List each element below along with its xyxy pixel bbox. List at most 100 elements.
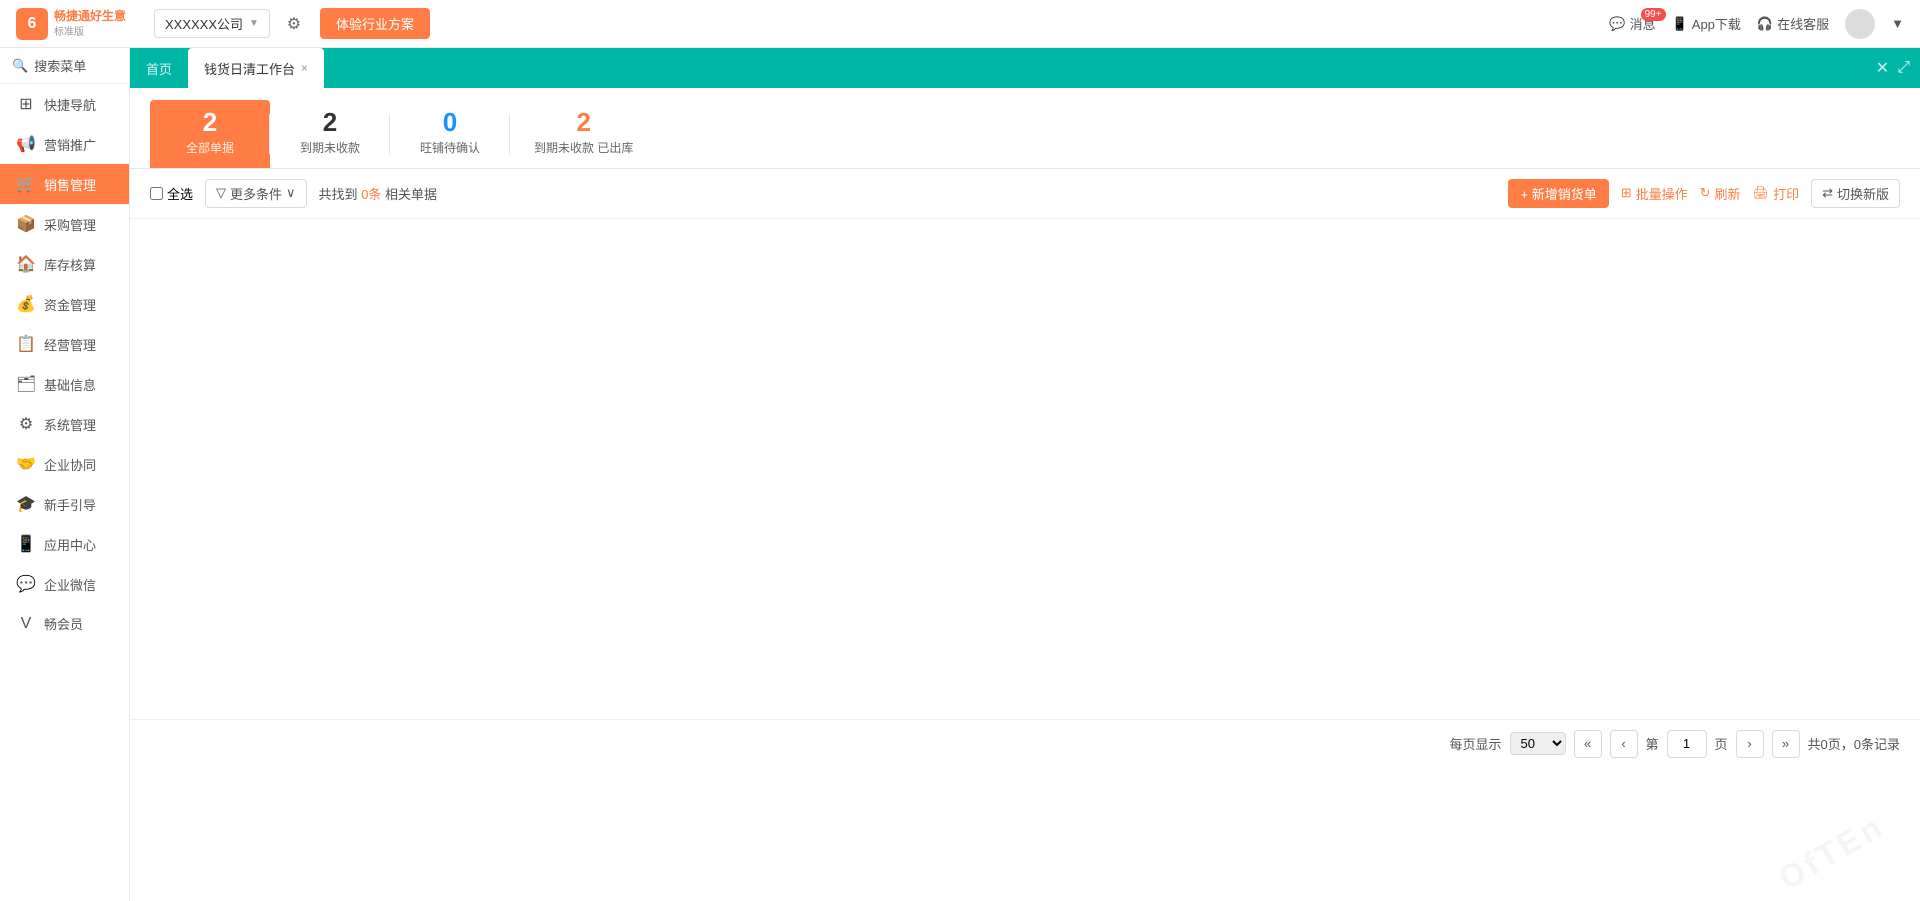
select-all-input[interactable] bbox=[150, 187, 163, 200]
stat-label-all: 全部单据 bbox=[186, 139, 234, 156]
chevron-down-icon: ▼ bbox=[249, 18, 259, 29]
company-selector[interactable]: XXXXXX公司 ▼ bbox=[154, 9, 270, 38]
last-page-button[interactable]: » bbox=[1772, 730, 1800, 758]
sidebar-item-enterprise[interactable]: 🤝 企业协同 bbox=[0, 444, 129, 484]
stats-row: 2 全部单据 2 到期未收款 0 旺铺待确认 2 到期未收款 已出库 bbox=[130, 88, 1920, 169]
message-badge: 99+ bbox=[1641, 8, 1666, 21]
prev-page-button[interactable]: ‹ bbox=[1610, 730, 1638, 758]
handshake-icon: 🤝 bbox=[16, 454, 36, 474]
stat-card-wangpu[interactable]: 0 旺铺待确认 bbox=[390, 100, 510, 168]
brand-name: 畅捷通好生意 bbox=[54, 9, 126, 23]
search-icon: 🔍 bbox=[12, 58, 28, 74]
tab-close-icon[interactable]: × bbox=[301, 61, 308, 75]
sidebar-item-operations[interactable]: 📋 经营管理 bbox=[0, 324, 129, 364]
top-header: 6 畅捷通好生意 标准版 XXXXXX公司 ▼ ⚙ 体验行业方案 💬 消息 99… bbox=[0, 0, 1920, 48]
app-download-button[interactable]: 📱 App下载 bbox=[1672, 14, 1741, 33]
sidebar: 🔍 搜索菜单 ⊞ 快捷导航 📢 营销推广 🛒 销售管理 📦 采购管理 🏠 库存核… bbox=[0, 0, 130, 901]
sidebar-item-marketing[interactable]: 📢 营销推广 bbox=[0, 124, 129, 164]
database-icon: 🗂 bbox=[16, 374, 36, 394]
username-display[interactable]: ▼ bbox=[1891, 16, 1904, 31]
batch-action-button[interactable]: ⊞ 批量操作 bbox=[1621, 184, 1688, 203]
found-count: 0条 bbox=[361, 187, 381, 202]
maximize-icon[interactable]: ⤢ bbox=[1897, 59, 1910, 77]
sidebar-item-wechat[interactable]: 💬 企业微信 bbox=[0, 564, 129, 604]
stat-label-shipped: 到期未收款 已出库 bbox=[534, 139, 633, 156]
member-icon: V bbox=[16, 615, 36, 633]
settings-button[interactable]: ⚙ bbox=[278, 8, 310, 40]
filter-icon: ▽ bbox=[216, 185, 226, 201]
tab-workbench[interactable]: 钱货日清工作台 × bbox=[188, 48, 324, 88]
sidebar-item-system[interactable]: ⚙ 系统管理 bbox=[0, 404, 129, 444]
stat-num-overdue: 2 bbox=[323, 108, 337, 137]
edition-label: 标准版 bbox=[54, 23, 126, 38]
close-window-icon[interactable]: ✕ bbox=[1876, 58, 1889, 78]
sidebar-item-guide[interactable]: 🎓 新手引导 bbox=[0, 484, 129, 524]
stat-num-shipped: 2 bbox=[576, 108, 590, 137]
print-button[interactable]: 🖨 打印 bbox=[1753, 184, 1800, 203]
stat-card-overdue[interactable]: 2 到期未收款 bbox=[270, 100, 390, 168]
refresh-icon: ↻ bbox=[1700, 185, 1711, 201]
logo-area: 6 畅捷通好生意 标准版 bbox=[16, 8, 146, 40]
stat-label-wangpu: 旺铺待确认 bbox=[420, 139, 480, 156]
company-name: XXXXXX公司 bbox=[165, 14, 243, 33]
filter-button[interactable]: ▽ 更多条件 ∨ bbox=[205, 179, 307, 208]
tab-actions: ✕ ⤢ bbox=[1876, 58, 1920, 78]
batch-icon: ⊞ bbox=[1621, 185, 1632, 201]
box-icon: 📦 bbox=[16, 214, 36, 234]
per-page-label: 每页显示 bbox=[1449, 734, 1501, 753]
tab-bar: 首页 钱货日清工作台 × ✕ ⤢ bbox=[130, 48, 1920, 88]
messages-button[interactable]: 💬 消息 99+ bbox=[1609, 14, 1655, 33]
sidebar-item-purchase[interactable]: 📦 采购管理 bbox=[0, 204, 129, 244]
select-all-checkbox[interactable]: 全选 bbox=[150, 184, 193, 203]
service-icon: 🎧 bbox=[1757, 16, 1773, 32]
gear-icon: ⚙ bbox=[16, 414, 36, 434]
sidebar-item-appstore[interactable]: 📱 应用中心 bbox=[0, 524, 129, 564]
report-icon: 📋 bbox=[16, 334, 36, 354]
online-service-button[interactable]: 🎧 在线客服 bbox=[1757, 14, 1829, 33]
sidebar-search[interactable]: 🔍 搜索菜单 bbox=[0, 48, 129, 84]
pagination-bar: 每页显示 50 10 20 100 « ‹ 第 页 › » 共0页，0条记录 bbox=[130, 719, 1920, 768]
next-page-button[interactable]: › bbox=[1736, 730, 1764, 758]
add-sale-order-button[interactable]: + 新增销货单 bbox=[1508, 179, 1608, 208]
logo-icon: 6 bbox=[16, 8, 48, 40]
wechat-icon: 💬 bbox=[16, 574, 36, 594]
switch-new-version-button[interactable]: ⇄ 切换新版 bbox=[1811, 179, 1900, 208]
sidebar-item-inventory[interactable]: 🏠 库存核算 bbox=[0, 244, 129, 284]
stat-label-overdue: 到期未收款 bbox=[300, 139, 360, 156]
money-icon: 💰 bbox=[16, 294, 36, 314]
stat-num-wangpu: 0 bbox=[443, 108, 457, 137]
page-inner: 2 全部单据 2 到期未收款 0 旺铺待确认 2 到期未收款 已出库 全选 bbox=[130, 88, 1920, 901]
stat-num-all: 2 bbox=[203, 108, 217, 137]
experience-button[interactable]: 体验行业方案 bbox=[320, 8, 430, 39]
header-right: 💬 消息 99+ 📱 App下载 🎧 在线客服 ▼ bbox=[1609, 9, 1904, 39]
page-label: 第 bbox=[1646, 734, 1659, 753]
total-records-label: 共0页，0条记录 bbox=[1808, 734, 1900, 753]
print-icon: 🖨 bbox=[1753, 185, 1770, 201]
download-icon: 📱 bbox=[1672, 16, 1688, 32]
found-text: 共找到 0条 相关单据 bbox=[319, 184, 438, 203]
sidebar-item-basic-info[interactable]: 🗂 基础信息 bbox=[0, 364, 129, 404]
toolbar: 全选 ▽ 更多条件 ∨ 共找到 0条 相关单据 + 新增销货单 ⊞ 批量操作 ↻ bbox=[130, 169, 1920, 219]
home-icon: 🏠 bbox=[16, 254, 36, 274]
sidebar-item-sales[interactable]: 🛒 销售管理 bbox=[0, 164, 129, 204]
toolbar-right: + 新增销货单 ⊞ 批量操作 ↻ 刷新 🖨 打印 ⇄ 切换新版 bbox=[1508, 179, 1900, 208]
sidebar-item-finance[interactable]: 💰 资金管理 bbox=[0, 284, 129, 324]
switch-icon: ⇄ bbox=[1822, 185, 1833, 201]
message-icon: 💬 bbox=[1609, 16, 1625, 32]
per-page-select[interactable]: 50 10 20 100 bbox=[1510, 732, 1566, 755]
megaphone-icon: 📢 bbox=[16, 134, 36, 154]
first-page-button[interactable]: « bbox=[1574, 730, 1602, 758]
grid-icon: ⊞ bbox=[16, 94, 36, 114]
main-content: 2 全部单据 2 到期未收款 0 旺铺待确认 2 到期未收款 已出库 全选 bbox=[130, 88, 1920, 901]
tab-home[interactable]: 首页 bbox=[130, 48, 188, 88]
sidebar-item-quicknav[interactable]: ⊞ 快捷导航 bbox=[0, 84, 129, 124]
stat-card-shipped[interactable]: 2 到期未收款 已出库 bbox=[510, 100, 657, 168]
sidebar-item-member[interactable]: V 畅会员 bbox=[0, 604, 129, 643]
avatar[interactable] bbox=[1845, 9, 1875, 39]
cart-icon: 🛒 bbox=[16, 174, 36, 194]
page-suffix: 页 bbox=[1715, 734, 1728, 753]
stat-card-all[interactable]: 2 全部单据 bbox=[150, 100, 270, 168]
refresh-button[interactable]: ↻ 刷新 bbox=[1700, 184, 1741, 203]
page-input[interactable] bbox=[1667, 730, 1707, 758]
chevron-icon: ∨ bbox=[286, 185, 296, 201]
